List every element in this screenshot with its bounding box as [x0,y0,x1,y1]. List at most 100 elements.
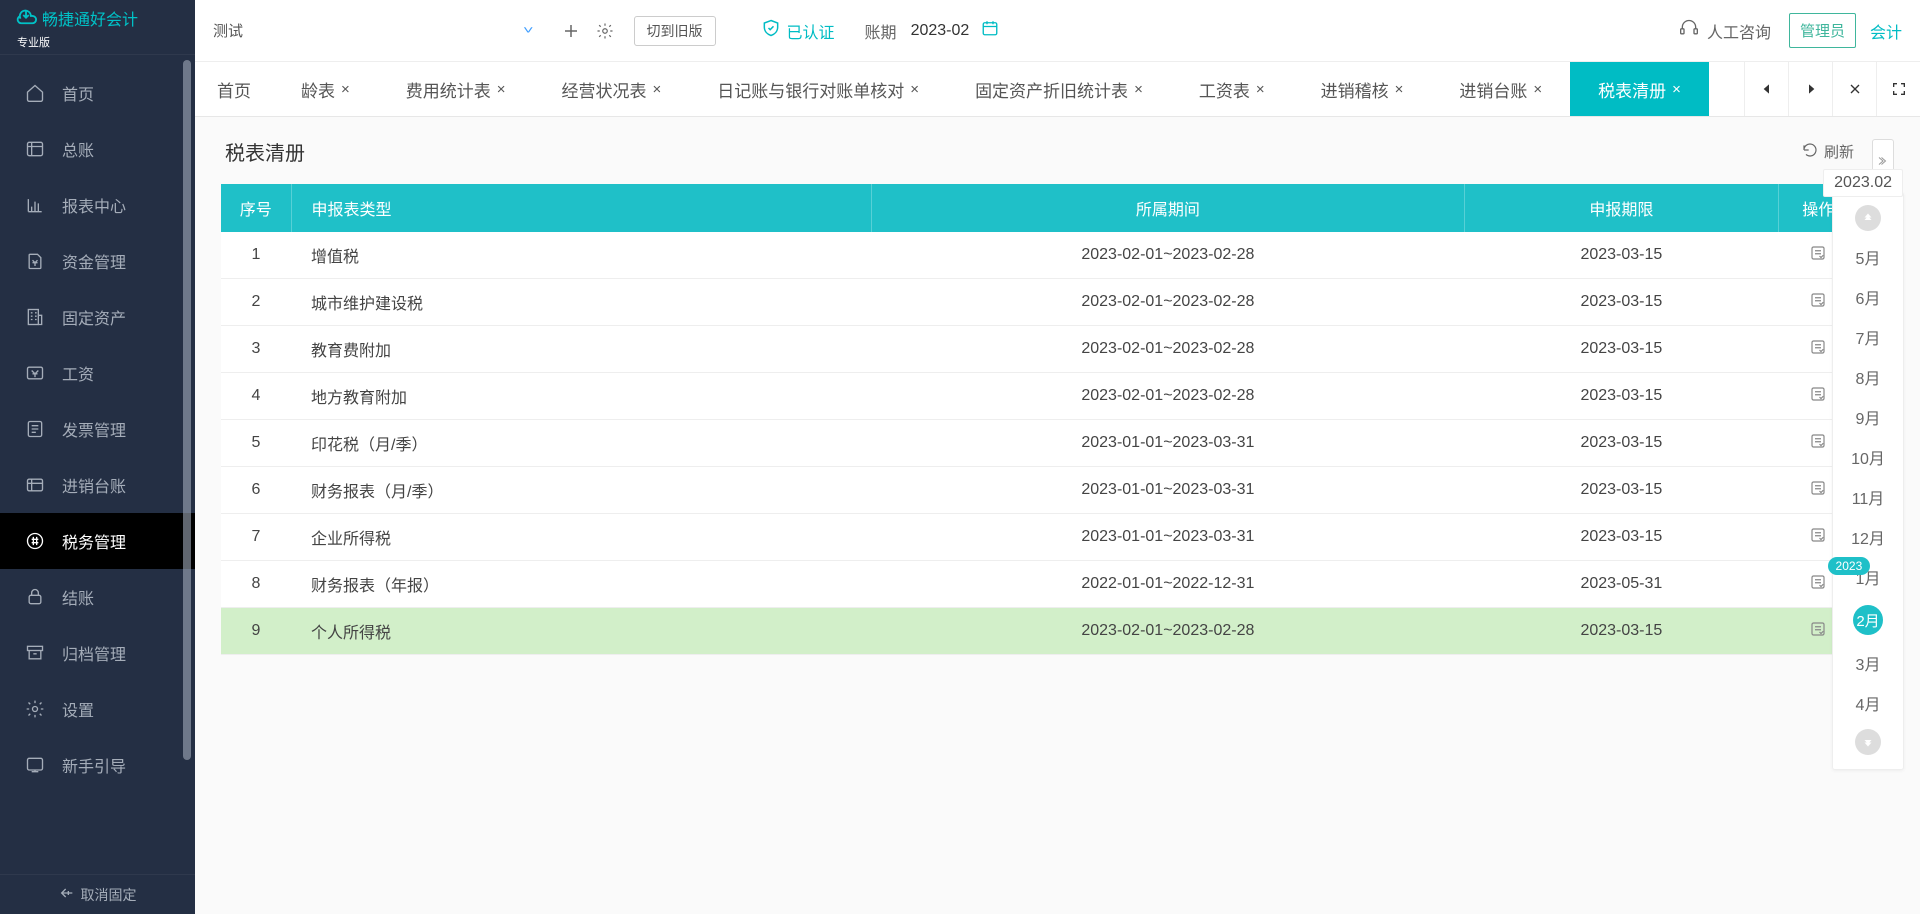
close-icon[interactable]: × [497,81,506,98]
settings-button[interactable] [588,14,622,48]
month-option[interactable]: 5月 [1856,245,1881,269]
sidebar-item-funds[interactable]: 资金管理 [0,233,195,289]
cell-period: 2023-02-01~2023-02-28 [871,373,1465,420]
month-option[interactable]: 8月 [1856,365,1881,389]
role-switch[interactable]: 会计 [1870,19,1902,43]
brand-name: 畅捷通好会计 [42,6,138,30]
view-detail-icon[interactable] [1809,526,1827,544]
brand-edition: 专业版 [17,34,195,50]
verified-label: 已认证 [787,19,835,43]
tab-aging[interactable]: 龄表× [273,62,378,116]
gear-icon [24,698,46,720]
tab-operation[interactable]: 经营状况表 × [534,62,690,116]
tabs-close-all-button[interactable] [1832,62,1876,116]
table-row[interactable]: 6财务报表（月/季）2023-01-01~2023-03-312023-03-1… [221,467,1858,514]
sidebar-item-ledger[interactable]: 总账 [0,121,195,177]
month-picker-up[interactable] [1855,205,1881,231]
invoice-icon [24,418,46,440]
close-icon[interactable]: × [1672,81,1681,98]
table-row[interactable]: 9个人所得税2023-02-01~2023-02-282023-03-15 [221,608,1858,655]
sidebar-item-archive[interactable]: 归档管理 [0,625,195,681]
table-row[interactable]: 3教育费附加2023-02-01~2023-02-282023-03-15 [221,326,1858,373]
table-row[interactable]: 5印花税（月/季）2023-01-01~2023-03-312023-03-15 [221,420,1858,467]
month-option[interactable]: 4月 [1856,691,1881,715]
month-option[interactable]: 12月 [1851,525,1885,549]
sidebar-item-salary[interactable]: 工资 [0,345,195,401]
switch-old-version-button[interactable]: 切到旧版 [634,16,716,46]
calendar-icon[interactable] [981,19,999,42]
sidebar-item-tax[interactable]: 税务管理 [0,513,195,569]
table-row[interactable]: 4地方教育附加2023-02-01~2023-02-282023-03-15 [221,373,1858,420]
month-option[interactable]: 7月 [1856,325,1881,349]
close-icon[interactable]: × [1533,81,1542,98]
tab-label: 经营状况表 [562,77,647,102]
cell-period: 2022-01-01~2022-12-31 [871,561,1465,608]
month-option[interactable]: 11月 [1852,485,1885,509]
sidebar-item-label: 新手引导 [62,753,126,777]
tab-tax-list[interactable]: 税表清册× [1570,62,1709,116]
month-option[interactable]: 6月 [1856,285,1881,309]
month-option[interactable]: 10月 [1851,445,1885,469]
table-row[interactable]: 2城市维护建设税2023-02-01~2023-02-282023-03-15 [221,279,1858,326]
view-detail-icon[interactable] [1809,385,1827,403]
sidebar-header: 畅捷通好会计 专业版 [0,0,195,55]
tenant-selector[interactable]: 测试 ˅ [213,20,534,41]
sidebar-scrollbar[interactable] [183,60,191,820]
month-option[interactable]: 3月 [1856,651,1881,675]
tab-bank-check[interactable]: 日记账与银行对账单核对 × [689,62,947,116]
sidebar-item-reports[interactable]: 报表中心 [0,177,195,233]
sidebar-item-invoice[interactable]: 发票管理 [0,401,195,457]
month-option[interactable]: 9月 [1856,405,1881,429]
tab-home[interactable]: 首页 [195,62,273,116]
unpin-icon [59,885,75,904]
tab-inventory[interactable]: 进销台账× [1431,62,1570,116]
customer-service[interactable]: 人工咨询 [1679,18,1771,43]
close-icon[interactable]: × [910,81,919,98]
close-icon[interactable]: × [341,81,350,98]
sidebar-item-label: 结账 [62,585,94,609]
close-icon[interactable]: × [1134,81,1143,98]
sidebar-item-home[interactable]: 首页 [0,65,195,121]
tabs-next-button[interactable] [1788,62,1832,116]
view-detail-icon[interactable] [1809,338,1827,356]
cell-deadline: 2023-03-15 [1465,232,1778,279]
tab-salary[interactable]: 工资表× [1171,62,1293,116]
salary-icon [24,362,46,384]
brand-logo-icon [15,4,37,32]
month-option[interactable]: 2月 [1853,605,1883,635]
admin-button[interactable]: 管理员 [1789,13,1856,48]
fullscreen-button[interactable] [1876,62,1920,116]
month-option[interactable]: 1月2023 [1856,565,1881,589]
table-row[interactable]: 7企业所得税2023-01-01~2023-03-312023-03-15 [221,514,1858,561]
table-row[interactable]: 1增值税2023-02-01~2023-02-282023-03-15 [221,232,1858,279]
view-detail-icon[interactable] [1809,479,1827,497]
tab-depreciation[interactable]: 固定资产折旧统计表× [947,62,1171,116]
view-detail-icon[interactable] [1809,573,1827,591]
tab-audit[interactable]: 进销稽核× [1293,62,1432,116]
refresh-button[interactable]: 刷新 [1802,141,1854,162]
tab-label: 首页 [217,77,251,102]
table-row[interactable]: 8财务报表（年报）2022-01-01~2022-12-312023-05-31 [221,561,1858,608]
view-detail-icon[interactable] [1809,620,1827,638]
close-icon[interactable]: × [1395,81,1404,98]
view-detail-icon[interactable] [1809,432,1827,450]
view-detail-icon[interactable] [1809,244,1827,262]
month-picker-header[interactable]: 2023.02 [1823,169,1903,197]
view-detail-icon[interactable] [1809,291,1827,309]
tab-label: 日记账与银行对账单核对 [717,77,904,102]
sidebar-item-guide[interactable]: 新手引导 [0,737,195,793]
sidebar-item-settings[interactable]: 设置 [0,681,195,737]
sidebar-item-label: 工资 [62,361,94,385]
tab-expense[interactable]: 费用统计表× [378,62,534,116]
sidebar: 畅捷通好会计 专业版 首页 总账 报表中心 资金管理 固定资产 工资 发票管理 … [0,0,195,914]
sidebar-unpin[interactable]: 取消固定 [0,874,195,914]
sidebar-item-assets[interactable]: 固定资产 [0,289,195,345]
add-button[interactable] [554,14,588,48]
sidebar-item-closing[interactable]: 结账 [0,569,195,625]
sidebar-item-inventory[interactable]: 进销台账 [0,457,195,513]
tax-table: 序号 申报表类型 所属期间 申报期限 操作 1增值税2023-02-01~202… [221,184,1858,655]
month-picker-down[interactable] [1855,729,1881,755]
close-icon[interactable]: × [1256,81,1265,98]
tabs-prev-button[interactable] [1744,62,1788,116]
close-icon[interactable]: × [653,81,662,98]
